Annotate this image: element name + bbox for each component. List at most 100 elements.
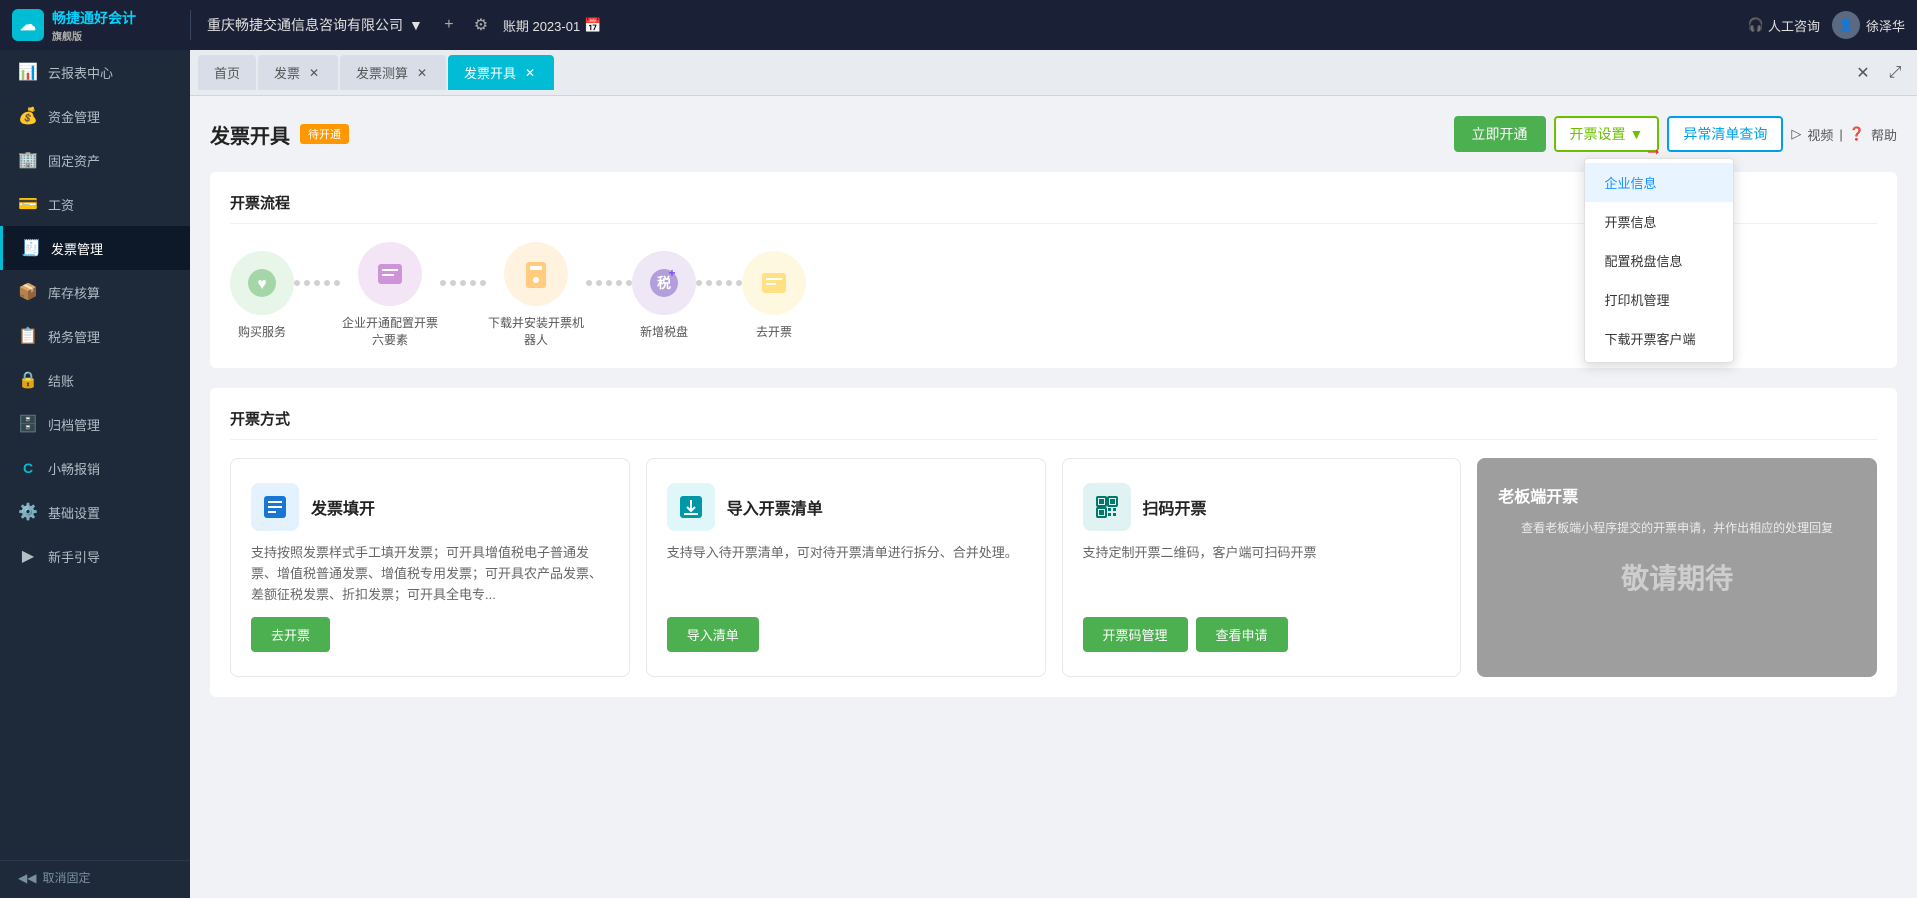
method-qr-title: 扫码开票 <box>1143 495 1207 519</box>
support-label: 人工咨询 <box>1768 16 1820 35</box>
dropdown-arrow: → <box>1645 139 1663 160</box>
sidebar-label: 库存核算 <box>48 283 100 302</box>
sidebar-item-gongzi[interactable]: 💳 工资 <box>0 182 190 226</box>
sidebar-label: 云报表中心 <box>48 63 113 82</box>
top-divider <box>190 10 191 40</box>
immediate-open-button[interactable]: 立即开通 <box>1454 116 1546 152</box>
import-invoice-icon <box>667 483 715 531</box>
sidebar-label: 发票管理 <box>51 239 103 258</box>
flow-step-3: 下载并安装开票机器人 <box>486 242 586 348</box>
sidebar-item-guidang[interactable]: 🗄️ 归档管理 <box>0 402 190 446</box>
sidebar-item-yunbaobiao[interactable]: 📊 云报表中心 <box>0 50 190 94</box>
step4-icon: 税+ <box>632 251 696 315</box>
tab-fapiaokaiqu-close[interactable]: ✕ <box>522 65 538 81</box>
status-badge: 待开通 <box>300 124 349 144</box>
content-area: 首页 发票 ✕ 发票测算 ✕ 发票开具 ✕ ✕ ⤢ <box>190 50 1917 898</box>
dropdown-item-tax-config[interactable]: 配置税盘信息 <box>1585 241 1733 280</box>
tab-fapiaocesuan-close[interactable]: ✕ <box>414 65 430 81</box>
invoice-icon: 🧾 <box>21 238 41 258</box>
logo-area: ☁ 畅捷通好会计 旗舰版 <box>12 8 182 43</box>
tab-close-button[interactable]: ✕ <box>1849 59 1877 87</box>
method-qr-header: 扫码开票 <box>1083 483 1441 531</box>
step1-label: 购买服务 <box>238 323 286 340</box>
sidebar-item-fapiao[interactable]: 🧾 发票管理 <box>0 226 190 270</box>
dropdown-item-printer[interactable]: 打印机管理 <box>1585 280 1733 319</box>
avatar: 👤 <box>1832 11 1860 39</box>
company-selector[interactable]: 重庆畅捷交通信息咨询有限公司 ▼ <box>199 11 431 39</box>
methods-grid: 发票填开 支持按照发票样式手工填开发票；可开具增值税电子普通发票、增值税普通发票… <box>230 458 1877 677</box>
sidebar-label: 归档管理 <box>48 415 100 434</box>
play-circle-icon: ▷ <box>1791 126 1801 142</box>
help-label: 帮助 <box>1871 125 1897 144</box>
go-invoice-button[interactable]: 去开票 <box>251 617 330 652</box>
chevron-down-icon: ▼ <box>1630 126 1644 142</box>
tab-bar: 首页 发票 ✕ 发票测算 ✕ 发票开具 ✕ ✕ ⤢ <box>190 50 1917 96</box>
connector-3 <box>586 280 632 286</box>
pin-icon: ◀◀ <box>18 871 36 885</box>
connector-2 <box>440 280 486 286</box>
flow-step-2: 企业开通配置开票六要素 <box>340 242 440 348</box>
play-icon: ▶ <box>18 546 38 566</box>
sidebar-label: 固定资产 <box>48 151 100 170</box>
tab-fapiaocesuan[interactable]: 发票测算 ✕ <box>340 55 446 90</box>
sidebar-item-zijin[interactable]: 💰 资金管理 <box>0 94 190 138</box>
step3-label: 下载并安装开票机器人 <box>486 314 586 348</box>
sidebar-label: 税务管理 <box>48 327 100 346</box>
user-name: 徐泽华 <box>1866 16 1905 35</box>
box-icon: 📦 <box>18 282 38 302</box>
tab-fapiaokaiqu[interactable]: 发票开具 ✕ <box>448 55 554 90</box>
sidebar-label: 资金管理 <box>48 107 100 126</box>
add-tab-button[interactable]: + <box>435 11 463 39</box>
step2-icon <box>358 242 422 306</box>
sidebar-bottom-cancel[interactable]: ◀◀ 取消固定 <box>0 860 190 898</box>
method-fill-title: 发票填开 <box>311 495 375 519</box>
methods-section: 开票方式 发票填开 支持按照发票样式手工填开发票；可开具增值税电子普通发票、增值… <box>210 388 1897 697</box>
connector-1 <box>294 280 340 286</box>
method-card-import: 导入开票清单 支持导入待开票清单，可对待开票清单进行拆分、合并处理。 导入清单 <box>646 458 1046 677</box>
coming-soon-badge: 敬请期待 <box>1498 557 1856 597</box>
view-apply-button[interactable]: 查看申请 <box>1196 617 1288 652</box>
abnormal-list-button[interactable]: 异常清单查询 <box>1667 116 1783 152</box>
support-button[interactable]: 🎧 人工咨询 <box>1748 16 1820 35</box>
tab-home-label: 首页 <box>214 63 240 82</box>
step5-label: 去开票 <box>756 323 792 340</box>
page-header: 发票开具 待开通 立即开通 开票设置 ▼ → 企业信息 <box>210 116 1897 152</box>
page-title: 发票开具 <box>210 120 290 149</box>
tab-home[interactable]: 首页 <box>198 55 256 90</box>
connector-4 <box>696 280 742 286</box>
flow-step-5: 去开票 <box>742 251 806 340</box>
company-name: 重庆畅捷交通信息咨询有限公司 <box>207 15 403 35</box>
page-title-area: 发票开具 待开通 <box>210 120 349 149</box>
tab-fapiao-close[interactable]: ✕ <box>306 65 322 81</box>
sidebar-item-shuiwu[interactable]: 📋 税务管理 <box>0 314 190 358</box>
method-qr-desc: 支持定制开票二维码，客户端可扫码开票 <box>1083 543 1441 564</box>
dropdown-item-company[interactable]: 企业信息 <box>1585 163 1733 202</box>
cancel-pin-label: 取消固定 <box>42 869 90 886</box>
tab-fapiao[interactable]: 发票 ✕ <box>258 55 338 90</box>
main-layout: 📊 云报表中心 💰 资金管理 🏢 固定资产 💳 工资 🧾 发票管理 <box>0 50 1917 898</box>
sidebar-label: 工资 <box>48 195 74 214</box>
tab-maximize-button[interactable]: ⤢ <box>1881 59 1909 87</box>
sidebar-item-kucun[interactable]: 📦 库存核算 <box>0 270 190 314</box>
invoice-settings-button[interactable]: 开票设置 ▼ <box>1554 116 1660 152</box>
top-actions: + ⚙ <box>435 11 495 39</box>
sidebar-item-gudingzichan[interactable]: 🏢 固定资产 <box>0 138 190 182</box>
sidebar-item-baoxiao[interactable]: C 小畅报销 <box>0 446 190 490</box>
dropdown-item-invoice-info[interactable]: 开票信息 <box>1585 202 1733 241</box>
dropdown-item-download[interactable]: 下载开票客户端 <box>1585 319 1733 358</box>
video-help[interactable]: ▷ 视频 | ❓ 帮助 <box>1791 125 1897 144</box>
method-card-qr: 扫码开票 支持定制开票二维码，客户端可扫码开票 开票码管理 查看申请 <box>1062 458 1462 677</box>
sidebar-item-jichushezhi[interactable]: ⚙️ 基础设置 <box>0 490 190 534</box>
user-area[interactable]: 👤 徐泽华 <box>1832 11 1905 39</box>
qr-manage-button[interactable]: 开票码管理 <box>1083 617 1188 652</box>
methods-title: 开票方式 <box>230 408 1877 440</box>
logo-title: 畅捷通好会计 <box>52 8 136 28</box>
page-content: 发票开具 待开通 立即开通 开票设置 ▼ → 企业信息 <box>190 96 1917 898</box>
sidebar-item-xinshouyindao[interactable]: ▶ 新手引导 <box>0 534 190 578</box>
chart-icon: 📊 <box>18 62 38 82</box>
sidebar-item-jiezhang[interactable]: 🔒 结账 <box>0 358 190 402</box>
settings-icon[interactable]: ⚙ <box>467 11 495 39</box>
building-icon: 🏢 <box>18 150 38 170</box>
qr-buttons: 开票码管理 查看申请 <box>1083 617 1441 652</box>
import-list-button[interactable]: 导入清单 <box>667 617 759 652</box>
